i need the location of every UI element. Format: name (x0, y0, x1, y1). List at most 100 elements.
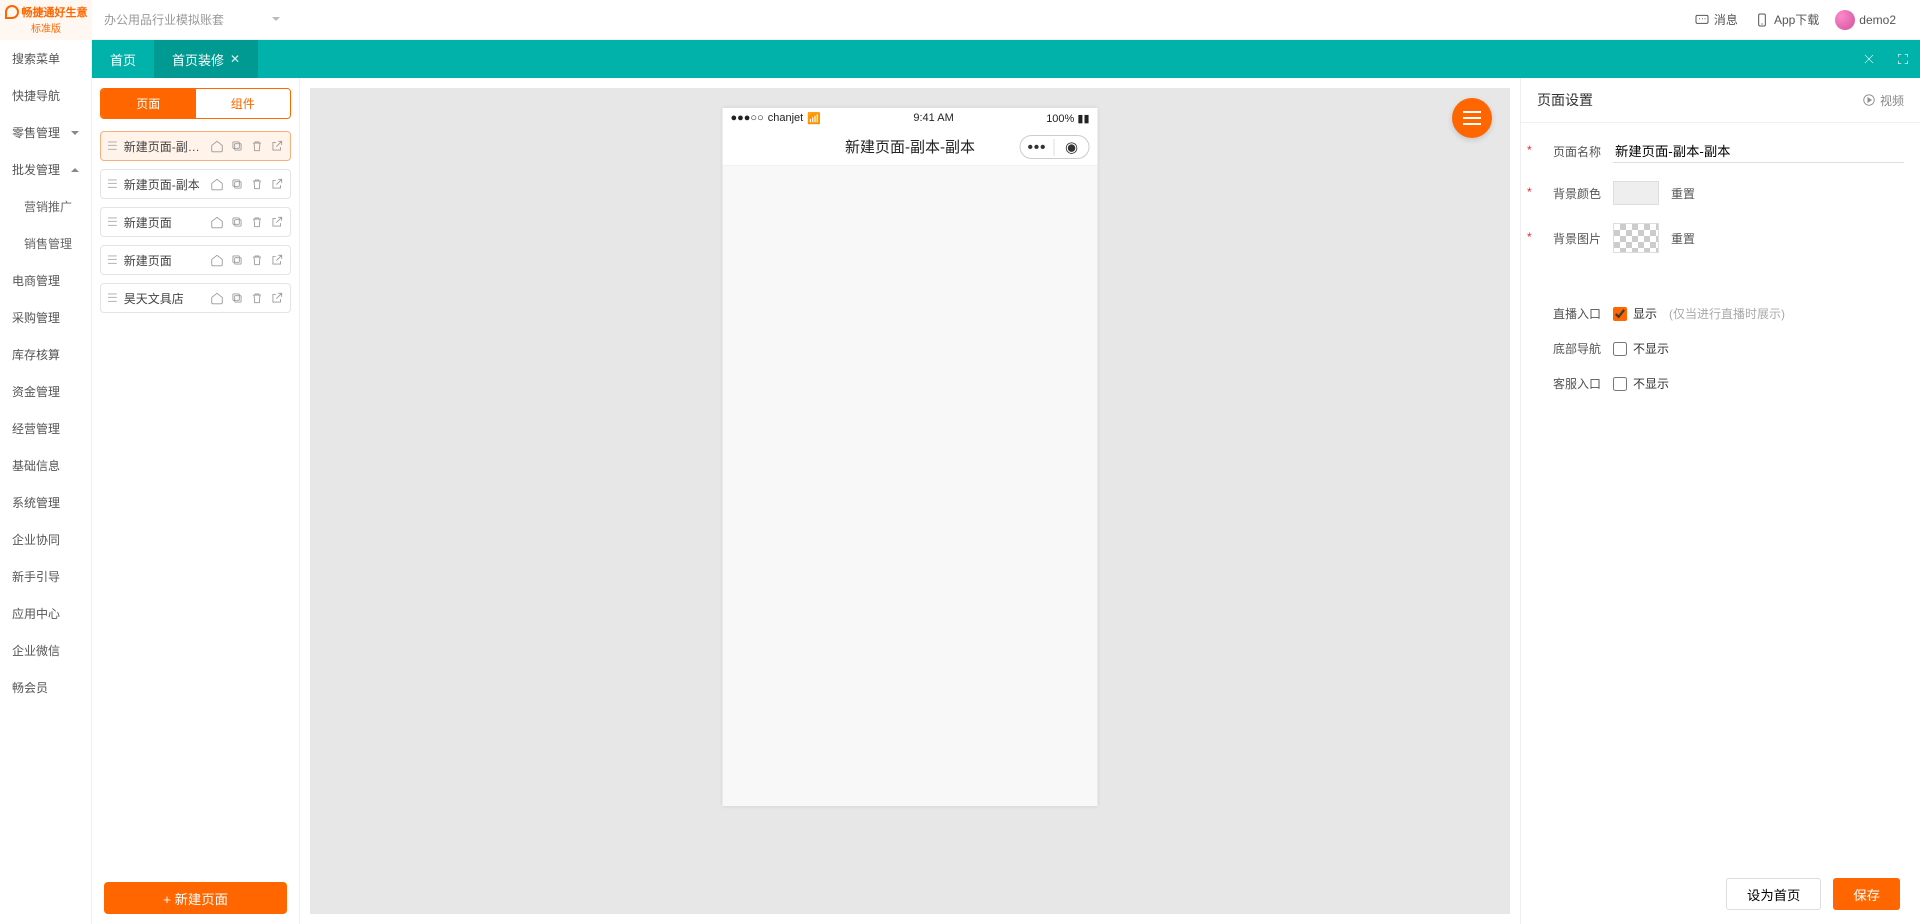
delete-icon[interactable] (250, 291, 264, 305)
nav-item[interactable]: 采购管理 (0, 299, 91, 336)
bgimg-swatch[interactable] (1613, 223, 1659, 253)
drag-icon[interactable]: ☰ (107, 291, 118, 305)
page-row[interactable]: ☰ 新建页面 (100, 245, 291, 275)
delete-icon[interactable] (250, 139, 264, 153)
drag-icon[interactable]: ☰ (107, 139, 118, 153)
more-icon[interactable]: ••• (1021, 139, 1055, 156)
nav-item[interactable]: 批发管理 (0, 151, 91, 188)
fullscreen-button[interactable] (1886, 40, 1920, 78)
brand-logo: 畅捷通好生意 (5, 4, 88, 20)
external-icon[interactable] (270, 215, 284, 229)
nav-item[interactable]: 销售管理 (0, 225, 91, 262)
live-checkbox[interactable]: 显示 (1613, 305, 1657, 322)
page-label: 新建页面-副本 (124, 176, 204, 193)
home-icon[interactable] (210, 215, 224, 229)
lbl-live: 直播入口 (1537, 305, 1601, 322)
miniapp-capsule[interactable]: ••• ◉ (1020, 135, 1090, 159)
home-icon[interactable] (210, 177, 224, 191)
nav-item[interactable]: 系统管理 (0, 484, 91, 521)
new-page-button[interactable]: + 新建页面 (104, 882, 287, 914)
tab-strip: 首页 首页装修✕ (92, 40, 1920, 78)
nav-item[interactable]: 应用中心 (0, 595, 91, 632)
copy-icon[interactable] (230, 139, 244, 153)
nav-item[interactable]: 库存核算 (0, 336, 91, 373)
copy-icon[interactable] (230, 177, 244, 191)
external-icon[interactable] (270, 253, 284, 267)
nav-item[interactable]: 营销推广 (0, 188, 91, 225)
nav-item[interactable]: 企业协同 (0, 521, 91, 558)
home-icon[interactable] (210, 139, 224, 153)
nav-item[interactable]: 快捷导航 (0, 77, 91, 114)
set-home-button[interactable]: 设为首页 (1726, 878, 1821, 910)
copy-icon[interactable] (230, 253, 244, 267)
nav-item[interactable]: 资金管理 (0, 373, 91, 410)
nav-item[interactable]: 电商管理 (0, 262, 91, 299)
top-right: 消息 App下载 demo2 (1694, 10, 1920, 30)
org-selector[interactable]: 办公用品行业模拟账套 (92, 0, 292, 39)
drag-icon[interactable]: ☰ (107, 215, 118, 229)
save-button[interactable]: 保存 (1833, 878, 1900, 910)
page-label: 新建页面 (124, 252, 204, 269)
props-header: 页面设置 视频 (1521, 78, 1920, 123)
cs-checkbox[interactable]: 不显示 (1613, 375, 1669, 392)
page-row[interactable]: ☰昊天文具店 (100, 283, 291, 313)
bottomnav-checkbox[interactable]: 不显示 (1613, 340, 1669, 357)
drag-icon[interactable]: ☰ (107, 253, 118, 267)
nav-item[interactable]: 新手引导 (0, 558, 91, 595)
delete-icon[interactable] (250, 215, 264, 229)
phone-body (723, 166, 1098, 806)
external-icon[interactable] (270, 291, 284, 305)
phone-navbar: 新建页面-副本-副本 ••• ◉ (723, 128, 1098, 166)
phone-status-bar: ●●●○○ chanjet 📶 9:41 AM 100% ▮▮ (723, 108, 1098, 128)
home-icon[interactable] (210, 253, 224, 267)
target-icon[interactable]: ◉ (1055, 138, 1089, 156)
work-area: 页面 组件 ☰新建页面-副本...☰新建页面-副本☰新建页面☰新建页面☰昊天文具… (92, 78, 1920, 924)
copy-icon[interactable] (230, 291, 244, 305)
segment-component[interactable]: 组件 (196, 89, 291, 118)
close-icon[interactable]: ✕ (230, 52, 240, 66)
segment-page[interactable]: 页面 (101, 89, 196, 118)
avatar (1835, 10, 1855, 30)
external-icon[interactable] (270, 177, 284, 191)
bgimg-reset[interactable]: 重置 (1671, 230, 1695, 247)
page-row[interactable]: ☰新建页面-副本... (100, 131, 291, 161)
bgcolor-reset[interactable]: 重置 (1671, 185, 1695, 202)
bgcolor-swatch[interactable] (1613, 181, 1659, 205)
nav-item[interactable]: 企业微信 (0, 632, 91, 669)
lbl-bgcolor: 背景颜色 (1537, 185, 1601, 202)
delete-icon[interactable] (250, 253, 264, 267)
video-link[interactable]: 视频 (1862, 92, 1904, 109)
brand-name: 畅捷通好生意 (22, 4, 88, 20)
nav-item[interactable]: 零售管理 (0, 114, 91, 151)
message-icon (1694, 12, 1710, 28)
external-icon[interactable] (270, 139, 284, 153)
page-name-input[interactable] (1613, 139, 1904, 163)
lbl-bgimg: 背景图片 (1537, 230, 1601, 247)
copy-icon[interactable] (230, 215, 244, 229)
wifi-icon: 📶 (807, 112, 821, 125)
phone-icon (1754, 12, 1770, 28)
page-row[interactable]: ☰ 新建页面-副本 (100, 169, 291, 199)
signal-block: ●●●○○ chanjet 📶 (731, 112, 821, 125)
phone-time: 9:41 AM (913, 112, 953, 124)
live-hint: (仅当进行直播时展示) (1669, 305, 1785, 322)
nav-item[interactable]: 搜索菜单 (0, 40, 91, 77)
tab-page-decor[interactable]: 首页装修✕ (154, 40, 258, 78)
props-form: 页面名称 背景颜色重置 背景图片重置 直播入口显示(仅当进行直播时展示) 底部导… (1521, 123, 1920, 408)
nav-item[interactable]: 畅会员 (0, 669, 91, 706)
nav-item[interactable]: 基础信息 (0, 447, 91, 484)
delete-icon[interactable] (250, 177, 264, 191)
home-icon[interactable] (210, 291, 224, 305)
user-menu[interactable]: demo2 (1835, 10, 1896, 30)
messages-link[interactable]: 消息 (1694, 11, 1738, 28)
app-download-link[interactable]: App下载 (1754, 11, 1819, 28)
tab-home[interactable]: 首页 (92, 40, 154, 78)
brand-edition: 标准版 (31, 20, 61, 35)
drag-icon[interactable]: ☰ (107, 177, 118, 191)
battery-block: 100% ▮▮ (1046, 112, 1089, 125)
canvas-menu-fab[interactable] (1452, 98, 1492, 138)
nav-item[interactable]: 经营管理 (0, 410, 91, 447)
page-label: 新建页面 (124, 214, 204, 231)
tabs-close-button[interactable] (1852, 40, 1886, 78)
page-row[interactable]: ☰ 新建页面 (100, 207, 291, 237)
